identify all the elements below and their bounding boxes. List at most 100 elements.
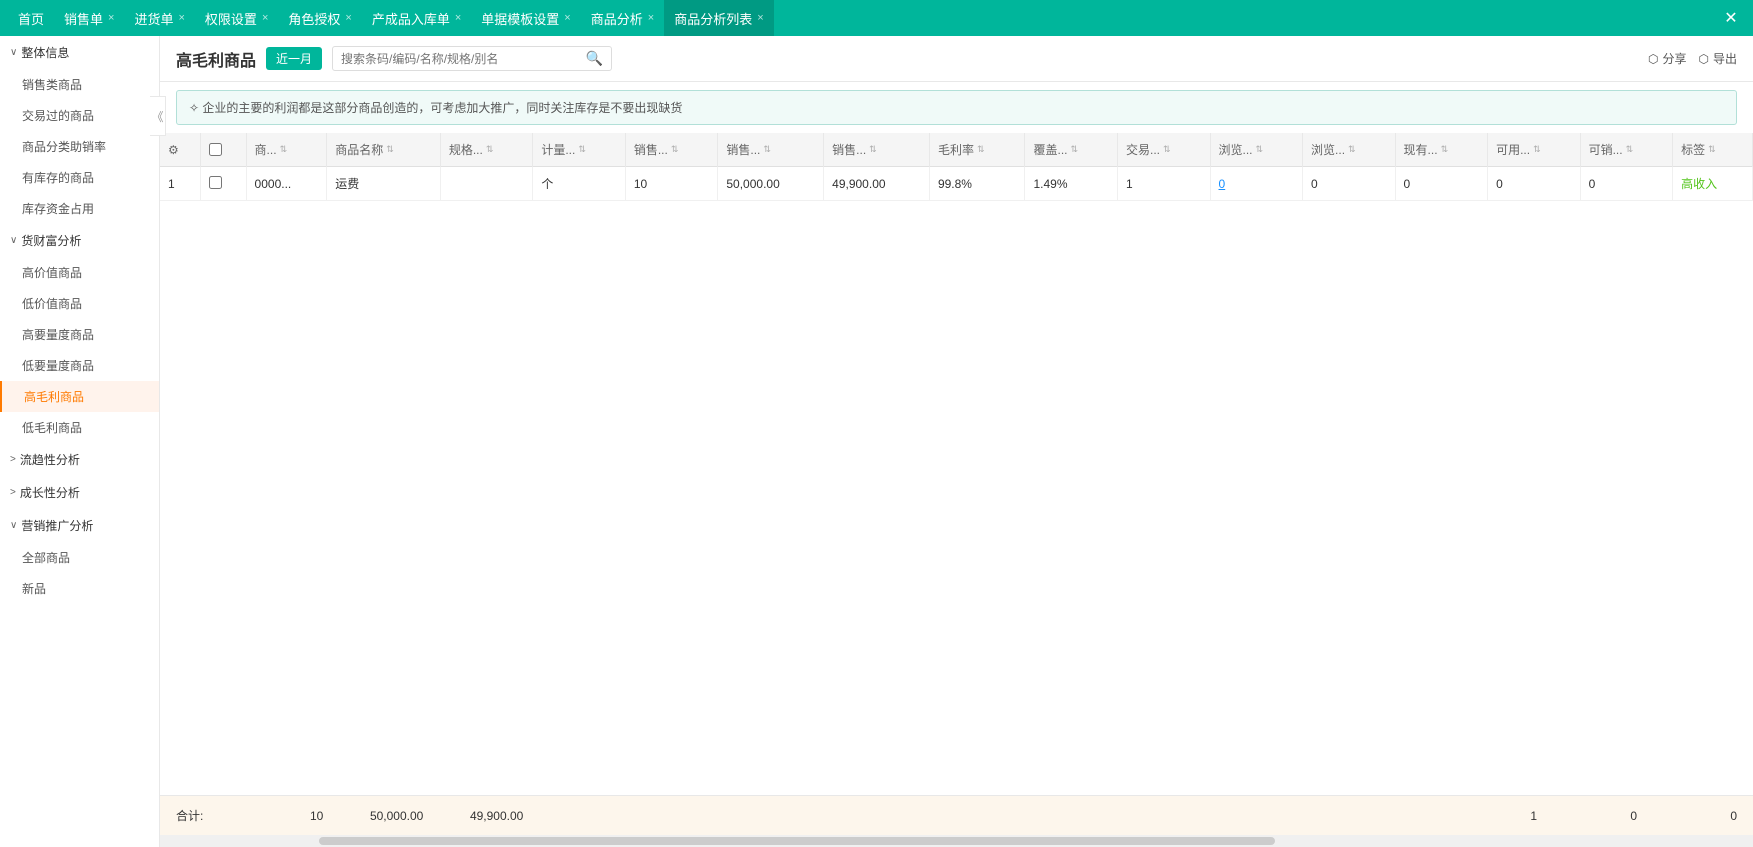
sidebar-group-1[interactable]: ∨货财富分析 [0,224,159,257]
nav-close-icon[interactable]: × [564,12,570,24]
search-icon[interactable]: 🔍 [586,50,603,67]
scrollbar-thumb[interactable] [319,837,1275,845]
nav-item-权限设置[interactable]: 权限设置× [195,0,278,36]
export-label: 导出 [1713,50,1737,67]
table-row: 10000...运费个1050,000.0049,900.0099.8%1.49… [160,167,1753,201]
export-button[interactable]: ⬡ 导出 [1699,50,1738,67]
cell-index: 1 [160,167,201,201]
nav-close-icon[interactable]: × [108,12,114,24]
content-header: 高毛利商品 近一月 🔍 ⬡ 分享 ⬡ 导出 [160,36,1753,82]
sidebar: ∨整体信息销售类商品交易过的商品商品分类助销率有库存的商品库存资金占用∨货财富分… [0,36,160,847]
col-header-sales1[interactable]: 销售...⇅ [625,133,718,167]
share-label: 分享 [1662,50,1686,67]
horizontal-scrollbar[interactable] [160,835,1753,847]
footer-totals-bar: 合计: 10 50,000.00 49,900.00 1 0 0 [160,795,1753,835]
col-label: 销售... [726,141,760,158]
close-all-button[interactable]: ✕ [1717,4,1745,32]
nav-item-产成品入库单[interactable]: 产成品入库单× [362,0,471,36]
sidebar-collapse-button[interactable]: 《 [150,96,166,136]
sidebar-item-低要量度商品[interactable]: 低要量度商品 [0,350,159,381]
col-header-transaction[interactable]: 交易...⇅ [1118,133,1211,167]
collapse-icon: 《 [151,108,163,125]
footer-sales1: 10 [243,809,323,823]
cell-transaction: 1 [1118,167,1211,201]
col-label: ⚙ [168,143,179,157]
col-label: 毛利率 [938,141,974,158]
col-header-code[interactable]: 商...⇅ [246,133,327,167]
sort-icon: ⇅ [1163,144,1171,155]
col-label: 覆盖... [1033,141,1067,158]
nav-item-商品分析列表[interactable]: 商品分析列表× [664,0,773,36]
nav-close-icon[interactable]: × [178,12,184,24]
sidebar-item-库存资金占用[interactable]: 库存资金占用 [0,193,159,224]
col-header-sellable[interactable]: 可销...⇅ [1580,133,1673,167]
sidebar-item-低毛利商品[interactable]: 低毛利商品 [0,412,159,443]
col-label: 浏览... [1311,141,1345,158]
group-label: 流趋性分析 [20,451,80,468]
nav-item-角色授权[interactable]: 角色授权× [278,0,361,36]
nav-close-icon[interactable]: × [345,12,351,24]
cell-sales3: 49,900.00 [824,167,930,201]
nav-item-销售单[interactable]: 销售单× [54,0,124,36]
sort-icon: ⇅ [977,144,985,155]
sidebar-item-全部商品[interactable]: 全部商品 [0,542,159,573]
row-checkbox[interactable] [209,176,222,189]
col-header-available[interactable]: 可用...⇅ [1488,133,1581,167]
cell-sales1: 10 [625,167,718,201]
nav-item-单据模板设置[interactable]: 单据模板设置× [471,0,580,36]
sidebar-item-交易过的商品[interactable]: 交易过的商品 [0,100,159,131]
sidebar-item-高要量度商品[interactable]: 高要量度商品 [0,319,159,350]
nav-close-icon[interactable]: × [757,12,763,24]
nav-item-首页[interactable]: 首页 [8,0,54,36]
col-header-browse1[interactable]: 浏览...⇅ [1210,133,1303,167]
nav-item-商品分析[interactable]: 商品分析× [581,0,664,36]
sidebar-item-销售类商品[interactable]: 销售类商品 [0,69,159,100]
sidebar-group-3[interactable]: >成长性分析 [0,476,159,509]
export-icon: ⬡ [1699,52,1709,66]
col-header-checkbox [201,133,246,167]
col-header-sales3[interactable]: 销售...⇅ [824,133,930,167]
info-banner: ✧ 企业的主要的利润都是这部分商品创造的，可考虑加大推广，同时关注库存是不要出现… [176,90,1737,125]
top-navigation: 首页销售单×进货单×权限设置×角色授权×产成品入库单×单据模板设置×商品分析×商… [0,0,1753,36]
col-header-current[interactable]: 现有...⇅ [1395,133,1488,167]
sidebar-group-0[interactable]: ∨整体信息 [0,36,159,69]
nav-item-进货单[interactable]: 进货单× [124,0,194,36]
link-value[interactable]: 0 [1219,177,1226,191]
col-header-browse2[interactable]: 浏览...⇅ [1303,133,1396,167]
col-header-grossRate[interactable]: 毛利率⇅ [929,133,1025,167]
select-all-checkbox[interactable] [209,143,222,156]
group-label: 成长性分析 [20,484,80,501]
sidebar-item-低价值商品[interactable]: 低价值商品 [0,288,159,319]
sort-icon: ⇅ [1533,144,1541,155]
sidebar-item-商品分类助销率[interactable]: 商品分类助销率 [0,131,159,162]
sidebar-item-高毛利商品[interactable]: 高毛利商品 [0,381,159,412]
cell-unit: 个 [533,167,626,201]
sidebar-group-4[interactable]: ∨营销推广分析 [0,509,159,542]
nav-close-icon[interactable]: × [262,12,268,24]
col-label: 浏览... [1219,141,1253,158]
nav-close-icon[interactable]: × [648,12,654,24]
col-header-sales2[interactable]: 销售...⇅ [718,133,824,167]
filter-period-button[interactable]: 近一月 [266,47,322,70]
sidebar-item-有库存的商品[interactable]: 有库存的商品 [0,162,159,193]
cell-checkbox[interactable] [201,167,246,201]
search-input[interactable] [341,52,586,66]
sidebar-item-高价值商品[interactable]: 高价值商品 [0,257,159,288]
col-header-coverage[interactable]: 覆盖...⇅ [1025,133,1118,167]
col-header-name[interactable]: 商品名称⇅ [327,133,441,167]
sort-icon: ⇅ [763,144,771,155]
sidebar-group-2[interactable]: >流趋性分析 [0,443,159,476]
sort-icon: ⇅ [671,144,679,155]
col-header-spec[interactable]: 规格...⇅ [440,133,533,167]
col-header-unit[interactable]: 计量...⇅ [533,133,626,167]
sidebar-item-新品[interactable]: 新品 [0,573,159,604]
share-button[interactable]: ⬡ 分享 [1648,50,1687,67]
col-label: 商品名称 [335,141,383,158]
cell-browse1[interactable]: 0 [1210,167,1303,201]
nav-close-icon[interactable]: × [455,12,461,24]
cell-sales2: 50,000.00 [718,167,824,201]
col-header-tag[interactable]: 标签⇅ [1673,133,1753,167]
col-label: 销售... [634,141,668,158]
cell-grossRate: 99.8% [929,167,1025,201]
cell-browse2: 0 [1303,167,1396,201]
